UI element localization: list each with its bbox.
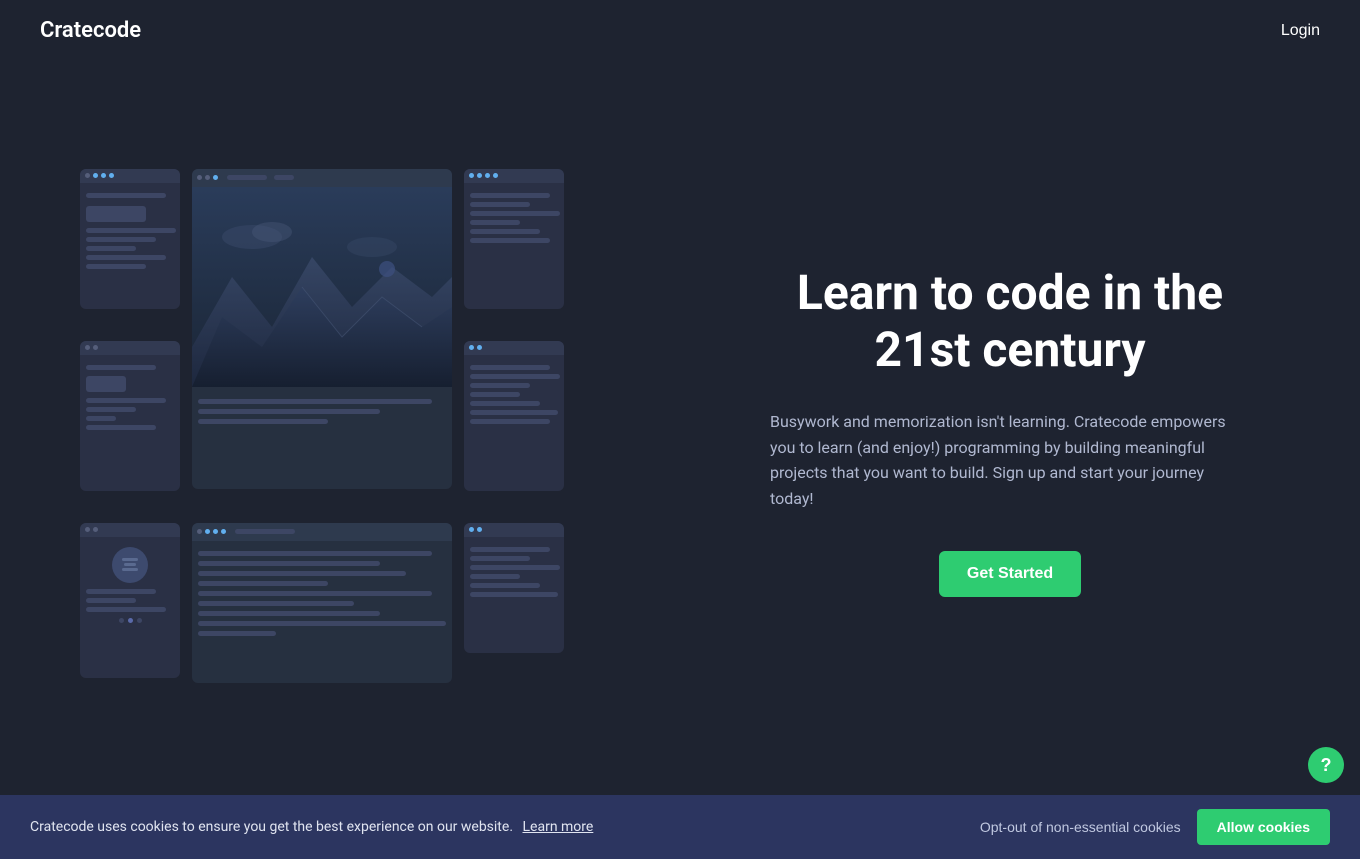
cookie-actions: Opt-out of non-essential cookies Allow c… [980,809,1330,845]
allow-cookies-button[interactable]: Allow cookies [1197,809,1330,845]
main-content: Learn to code in the 21st century Busywo… [0,61,1360,800]
mockup-window-5 [464,341,564,491]
mockup-window-4 [80,341,180,491]
mockup-window-1 [80,169,180,309]
mockup-window-7 [464,523,564,653]
mockup-window-3 [464,169,564,309]
get-started-button[interactable]: Get Started [939,551,1081,597]
site-logo: Cratecode [40,18,141,43]
mockup-window-center-top [192,169,452,489]
hero-title: Learn to code in the 21st century [760,264,1260,379]
hero-section: Learn to code in the 21st century Busywo… [700,244,1300,618]
mockup-grid [60,169,700,693]
hero-description: Busywork and memorization isn't learning… [770,409,1250,511]
opt-out-button[interactable]: Opt-out of non-essential cookies [980,819,1181,835]
navbar: Cratecode Login [0,0,1360,61]
cookie-message: Cratecode uses cookies to ensure you get… [30,819,980,835]
learn-more-link[interactable]: Learn more [523,819,594,835]
cookie-banner: Cratecode uses cookies to ensure you get… [0,795,1360,859]
login-button[interactable]: Login [1281,22,1320,40]
mockup-window-center-bottom [192,523,452,683]
mockup-window-6 [80,523,180,678]
help-button[interactable]: ? [1308,747,1344,783]
